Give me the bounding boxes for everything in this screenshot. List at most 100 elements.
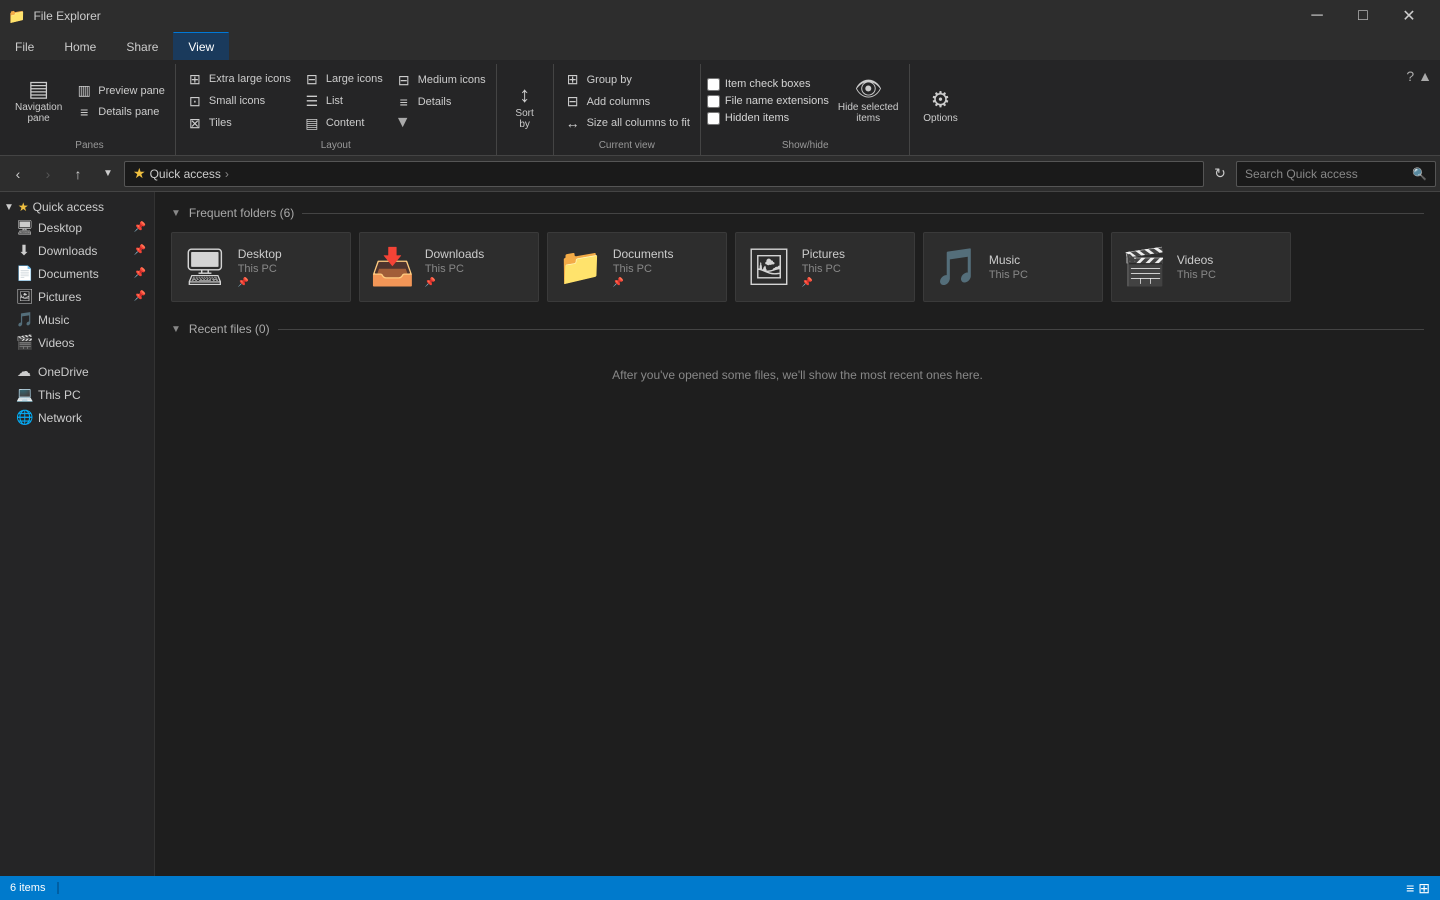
file-extensions-label: File name extensions (725, 95, 829, 107)
large-icons-button[interactable]: ⊟ Large icons (299, 69, 387, 90)
documents-pin-icon: 📌 (134, 268, 146, 279)
folder-tile-downloads[interactable]: 📥 Downloads This PC 📌 (359, 232, 539, 302)
app-icon: 📁 (8, 8, 25, 25)
group-by-button[interactable]: ⊞ Group by (560, 69, 694, 90)
group-by-icon: ⊞ (564, 71, 582, 88)
documents-folder-info: Documents This PC 📌 (613, 247, 674, 288)
sidebar-item-pictures[interactable]: 🖼 Pictures 📌 (0, 285, 154, 308)
size-columns-button[interactable]: ↔ Size all columns to fit (560, 113, 694, 133)
add-columns-label: Add columns (587, 96, 651, 108)
folder-tile-music[interactable]: 🎵 Music This PC (923, 232, 1103, 302)
minimize-button[interactable]: ─ (1294, 0, 1340, 32)
forward-button[interactable]: › (34, 160, 62, 188)
list-label: List (326, 95, 343, 107)
tab-home[interactable]: Home (49, 32, 111, 60)
layout-more-button[interactable]: ▼ (391, 113, 490, 133)
sort-content: ↕ Sortby (503, 66, 547, 147)
music-folder-path: This PC (989, 269, 1028, 281)
item-checkboxes-toggle[interactable]: Item check boxes (707, 78, 829, 91)
refresh-button[interactable]: ↻ (1206, 160, 1234, 188)
videos-label: Videos (38, 336, 74, 350)
small-icons-button[interactable]: ⊡ Small icons (182, 91, 295, 112)
address-separator: › (225, 167, 229, 181)
navigation-pane-button[interactable]: ▤ Navigationpane (10, 75, 67, 127)
pictures-folder-info: Pictures This PC 📌 (802, 247, 845, 288)
hide-selected-icon: 👁 (854, 78, 882, 100)
ribbon-help-icon[interactable]: ? (1406, 68, 1414, 84)
content-button[interactable]: ▤ Content (299, 113, 387, 134)
tiles-label: Tiles (209, 117, 232, 129)
sidebar-item-desktop[interactable]: 🖥 Desktop 📌 (0, 216, 154, 239)
music-icon: 🎵 (16, 311, 32, 328)
desktop-icon: 🖥 (16, 219, 32, 236)
main-area: ▼ ★ Quick access 🖥 Desktop 📌 ⬇ Downloads… (0, 192, 1440, 876)
list-button[interactable]: ☰ List (299, 91, 387, 112)
close-button[interactable]: ✕ (1386, 0, 1432, 32)
hidden-items-input[interactable] (707, 112, 720, 125)
sidebar-item-this-pc[interactable]: 💻 This PC (0, 383, 154, 406)
address-bar[interactable]: ★ Quick access › (124, 161, 1204, 187)
this-pc-icon: 💻 (16, 386, 32, 403)
quick-access-label: Quick access (33, 200, 104, 214)
nav-pane-icon: ▤ (28, 78, 49, 100)
details-view-icon: ≡ (395, 94, 413, 110)
documents-label: Documents (38, 267, 99, 281)
quick-access-icon-addr: ★ (133, 165, 146, 182)
sidebar-item-onedrive[interactable]: ☁ OneDrive (0, 360, 154, 383)
current-view-label: Current view (599, 136, 655, 153)
quick-access-chevron: ▼ (4, 202, 14, 213)
ribbon-expand-icon[interactable]: ▲ (1418, 68, 1432, 84)
recent-divider (278, 329, 1424, 330)
folder-tile-pictures[interactable]: 🖼 Pictures This PC 📌 (735, 232, 915, 302)
documents-folder-path: This PC (613, 263, 674, 275)
recent-chevron[interactable]: ▼ (171, 324, 181, 335)
show-hide-checkboxes: Item check boxes File name extensions Hi… (707, 74, 829, 129)
quick-access-header[interactable]: ▼ ★ Quick access (0, 196, 154, 216)
large-view-status-button[interactable]: ⊞ (1418, 880, 1430, 897)
sidebar-item-documents[interactable]: 📄 Documents 📌 (0, 262, 154, 285)
back-button[interactable]: ‹ (4, 160, 32, 188)
onedrive-icon: ☁ (16, 363, 32, 380)
music-folder-name: Music (989, 253, 1028, 267)
hidden-items-toggle[interactable]: Hidden items (707, 112, 829, 125)
options-button[interactable]: ⚙ Options (918, 86, 962, 127)
up-button[interactable]: ↑ (64, 160, 92, 188)
sidebar-item-music[interactable]: 🎵 Music (0, 308, 154, 331)
search-bar[interactable]: Search Quick access 🔍 (1236, 161, 1436, 187)
medium-icons-button[interactable]: ⊟ Medium icons (391, 70, 490, 91)
sidebar-item-network[interactable]: 🌐 Network (0, 406, 154, 429)
window-controls: ─ □ ✕ (1294, 0, 1432, 32)
maximize-button[interactable]: □ (1340, 0, 1386, 32)
file-extensions-input[interactable] (707, 95, 720, 108)
tab-view[interactable]: View (173, 32, 229, 60)
sidebar-item-videos[interactable]: 🎬 Videos (0, 331, 154, 354)
sidebar-item-downloads[interactable]: ⬇ Downloads 📌 (0, 239, 154, 262)
folder-tile-desktop[interactable]: 🖥 Desktop This PC 📌 (171, 232, 351, 302)
preview-pane-button[interactable]: ▥ Preview pane (71, 80, 169, 101)
navigation-bar: ‹ › ↑ ▼ ★ Quick access › ↻ Search Quick … (0, 156, 1440, 192)
nav-pane-label: Navigationpane (15, 102, 62, 124)
sort-by-button[interactable]: ↕ Sortby (503, 81, 547, 133)
folder-tile-documents[interactable]: 📁 Documents This PC 📌 (547, 232, 727, 302)
hide-selected-button[interactable]: 👁 Hide selecteditems (833, 75, 904, 127)
downloads-icon: ⬇ (16, 242, 32, 259)
frequent-chevron[interactable]: ▼ (171, 208, 181, 219)
details-view-status-button[interactable]: ≡ (1406, 880, 1414, 897)
options-label: Options (923, 113, 957, 124)
details-pane-button[interactable]: ≡ Details pane (71, 102, 169, 122)
videos-icon: 🎬 (16, 334, 32, 351)
details-button[interactable]: ≡ Details (391, 92, 490, 112)
tab-share[interactable]: Share (111, 32, 173, 60)
extra-large-icons-button[interactable]: ⊞ Extra large icons (182, 69, 295, 90)
tiles-button[interactable]: ⊠ Tiles (182, 113, 295, 134)
add-columns-button[interactable]: ⊟ Add columns (560, 91, 694, 112)
folder-tile-videos[interactable]: 🎬 Videos This PC (1111, 232, 1291, 302)
item-checkboxes-input[interactable] (707, 78, 720, 91)
recent-locations-button[interactable]: ▼ (94, 160, 122, 188)
panes-content: ▤ Navigationpane ▥ Preview pane ≡ Detail… (10, 66, 169, 136)
file-extensions-toggle[interactable]: File name extensions (707, 95, 829, 108)
music-folder-icon: 🎵 (934, 246, 979, 288)
tab-file[interactable]: File (0, 32, 49, 60)
status-cursor (57, 882, 59, 894)
pictures-icon: 🖼 (16, 288, 32, 305)
